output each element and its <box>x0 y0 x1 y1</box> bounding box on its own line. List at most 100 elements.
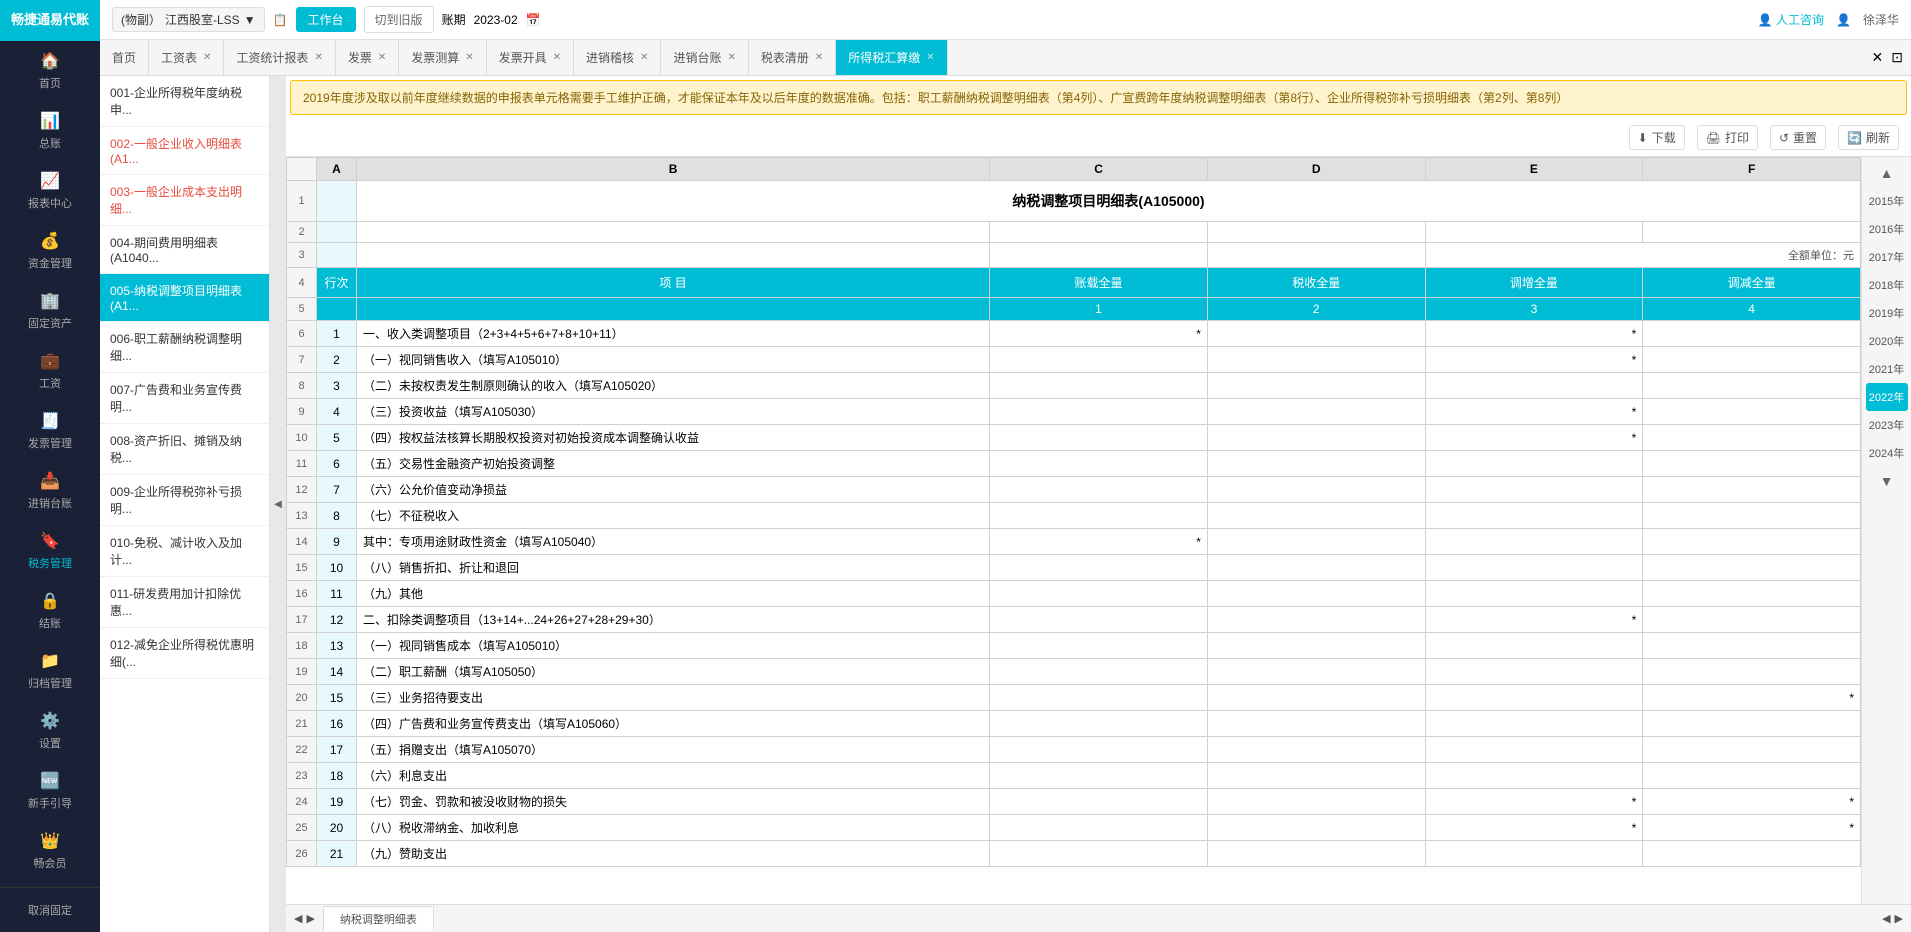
cell-line[interactable]: 8 <box>317 503 357 529</box>
cell-e[interactable] <box>1425 503 1643 529</box>
cell-f[interactable] <box>1643 555 1861 581</box>
cell-f[interactable]: * <box>1643 789 1861 815</box>
cell-line[interactable]: 3 <box>317 373 357 399</box>
cell-line[interactable]: 21 <box>317 841 357 867</box>
cell-c[interactable] <box>990 711 1208 737</box>
cell-f[interactable] <box>1643 425 1861 451</box>
left-panel-item-006[interactable]: 006-职工薪酬纳税调整明细... <box>100 322 269 373</box>
cell-c[interactable] <box>990 789 1208 815</box>
cell-e[interactable] <box>1425 477 1643 503</box>
year-item[interactable]: 2016年 <box>1866 215 1908 243</box>
cell-f[interactable] <box>1643 529 1861 555</box>
cell-f[interactable] <box>1643 711 1861 737</box>
year-item[interactable]: 2023年 <box>1866 411 1908 439</box>
sidebar-item-vip[interactable]: 👑 畅会员 <box>0 821 100 881</box>
cell-content[interactable]: （二）未按权责发生制原则确认的收入（填写A105020） <box>357 373 990 399</box>
cell-content[interactable]: （四）按权益法核算长期股权投资对初始投资成本调整确认收益 <box>357 425 990 451</box>
cell-d[interactable] <box>1207 815 1425 841</box>
cell-f[interactable] <box>1643 477 1861 503</box>
year-item[interactable]: 2015年 <box>1866 187 1908 215</box>
cell-d[interactable] <box>1207 373 1425 399</box>
tab-close-invoice-issue[interactable]: ✕ <box>553 52 561 63</box>
cell-e[interactable] <box>1425 633 1643 659</box>
cell-content[interactable]: （六）利息支出 <box>357 763 990 789</box>
cell-d[interactable] <box>1207 633 1425 659</box>
cell-e[interactable]: * <box>1425 321 1643 347</box>
cell-e[interactable]: * <box>1425 347 1643 373</box>
year-nav-up[interactable]: ▲ <box>1866 161 1908 185</box>
sidebar-item-invoice[interactable]: 🧾 发票管理 <box>0 401 100 461</box>
tab-salary-stats[interactable]: 工资统计报表 ✕ <box>224 40 335 76</box>
cell-e[interactable] <box>1425 711 1643 737</box>
tab-close-invoice[interactable]: ✕ <box>378 52 386 63</box>
cell-c[interactable] <box>990 555 1208 581</box>
cell-e[interactable]: * <box>1425 607 1643 633</box>
workspace-button[interactable]: 工作台 <box>296 7 356 32</box>
scroll-right-icon[interactable]: ▶ <box>1895 912 1903 925</box>
cell-c[interactable] <box>990 451 1208 477</box>
cell-d[interactable] <box>1207 321 1425 347</box>
tab-purchase-audit[interactable]: 进销稽核 ✕ <box>574 40 661 76</box>
cell-line[interactable]: 19 <box>317 789 357 815</box>
tab-close-salary[interactable]: ✕ <box>203 52 211 63</box>
cell-a2[interactable] <box>317 222 357 243</box>
cell-f[interactable] <box>1643 607 1861 633</box>
print-button[interactable]: 🖨 打印 <box>1697 125 1758 150</box>
cell-f[interactable] <box>1643 451 1861 477</box>
cell-e[interactable] <box>1425 763 1643 789</box>
cell-d[interactable] <box>1207 529 1425 555</box>
cell-e[interactable]: * <box>1425 789 1643 815</box>
cell-e[interactable]: * <box>1425 425 1643 451</box>
reset-button[interactable]: ↺ 重置 <box>1770 125 1826 150</box>
calendar-icon[interactable]: 📅 <box>526 13 541 27</box>
cell-d[interactable] <box>1207 685 1425 711</box>
cell-d[interactable] <box>1207 607 1425 633</box>
cell-f[interactable] <box>1643 659 1861 685</box>
cell-d[interactable] <box>1207 477 1425 503</box>
copy-icon[interactable]: 📋 <box>273 13 288 27</box>
cell-line[interactable]: 17 <box>317 737 357 763</box>
cell-c[interactable]: * <box>990 321 1208 347</box>
cell-content[interactable]: （三）投资收益（填写A105030） <box>357 399 990 425</box>
cell-f[interactable] <box>1643 373 1861 399</box>
cell-e[interactable] <box>1425 555 1643 581</box>
cell-content[interactable]: 其中：专项用途财政性资金（填写A105040） <box>357 529 990 555</box>
cell-line[interactable]: 15 <box>317 685 357 711</box>
tab-invoice-calc[interactable]: 发票测算 ✕ <box>399 40 486 76</box>
company-selector[interactable]: (物副） 江西股室-LSS ▼ <box>112 7 265 32</box>
nav-left-icon[interactable]: ◀ <box>294 912 302 925</box>
cell-c[interactable] <box>990 347 1208 373</box>
cell-line[interactable]: 12 <box>317 607 357 633</box>
tab-invoice[interactable]: 发票 ✕ <box>336 40 399 76</box>
cell-d[interactable] <box>1207 555 1425 581</box>
tab-salary[interactable]: 工资表 ✕ <box>149 40 224 76</box>
cell-d[interactable] <box>1207 711 1425 737</box>
cell-c[interactable] <box>990 763 1208 789</box>
tab-purchase-ledger[interactable]: 进销台账 ✕ <box>661 40 748 76</box>
cell-content[interactable]: （一）视同销售成本（填写A105010） <box>357 633 990 659</box>
cell-c[interactable] <box>990 477 1208 503</box>
cell-d[interactable] <box>1207 841 1425 867</box>
tab-close-invoice-calc[interactable]: ✕ <box>465 52 473 63</box>
sidebar-item-guide[interactable]: 🆕 新手引导 <box>0 761 100 821</box>
tab-close-purchase-ledger[interactable]: ✕ <box>727 52 735 63</box>
cell-line[interactable]: 10 <box>317 555 357 581</box>
switch-version-button[interactable]: 切到旧版 <box>364 6 434 33</box>
cell-a3[interactable] <box>317 243 357 268</box>
cell-c[interactable] <box>990 633 1208 659</box>
tab-tax-list[interactable]: 税表清册 ✕ <box>749 40 836 76</box>
year-item[interactable]: 2017年 <box>1866 243 1908 271</box>
cell-c[interactable] <box>990 659 1208 685</box>
cell-d[interactable] <box>1207 425 1425 451</box>
cell-line[interactable]: 5 <box>317 425 357 451</box>
cell-line[interactable]: 7 <box>317 477 357 503</box>
sidebar-item-home[interactable]: 🏠 首页 <box>0 41 100 101</box>
cell-f[interactable] <box>1643 503 1861 529</box>
cell-f[interactable] <box>1643 321 1861 347</box>
tab-close-salary-stats[interactable]: ✕ <box>314 52 322 63</box>
cell-c[interactable] <box>990 425 1208 451</box>
cell-f[interactable]: * <box>1643 685 1861 711</box>
cell-d[interactable] <box>1207 399 1425 425</box>
cell-d[interactable] <box>1207 451 1425 477</box>
cell-content[interactable]: 二、扣除类调整项目（13+14+...24+26+27+28+29+30） <box>357 607 990 633</box>
